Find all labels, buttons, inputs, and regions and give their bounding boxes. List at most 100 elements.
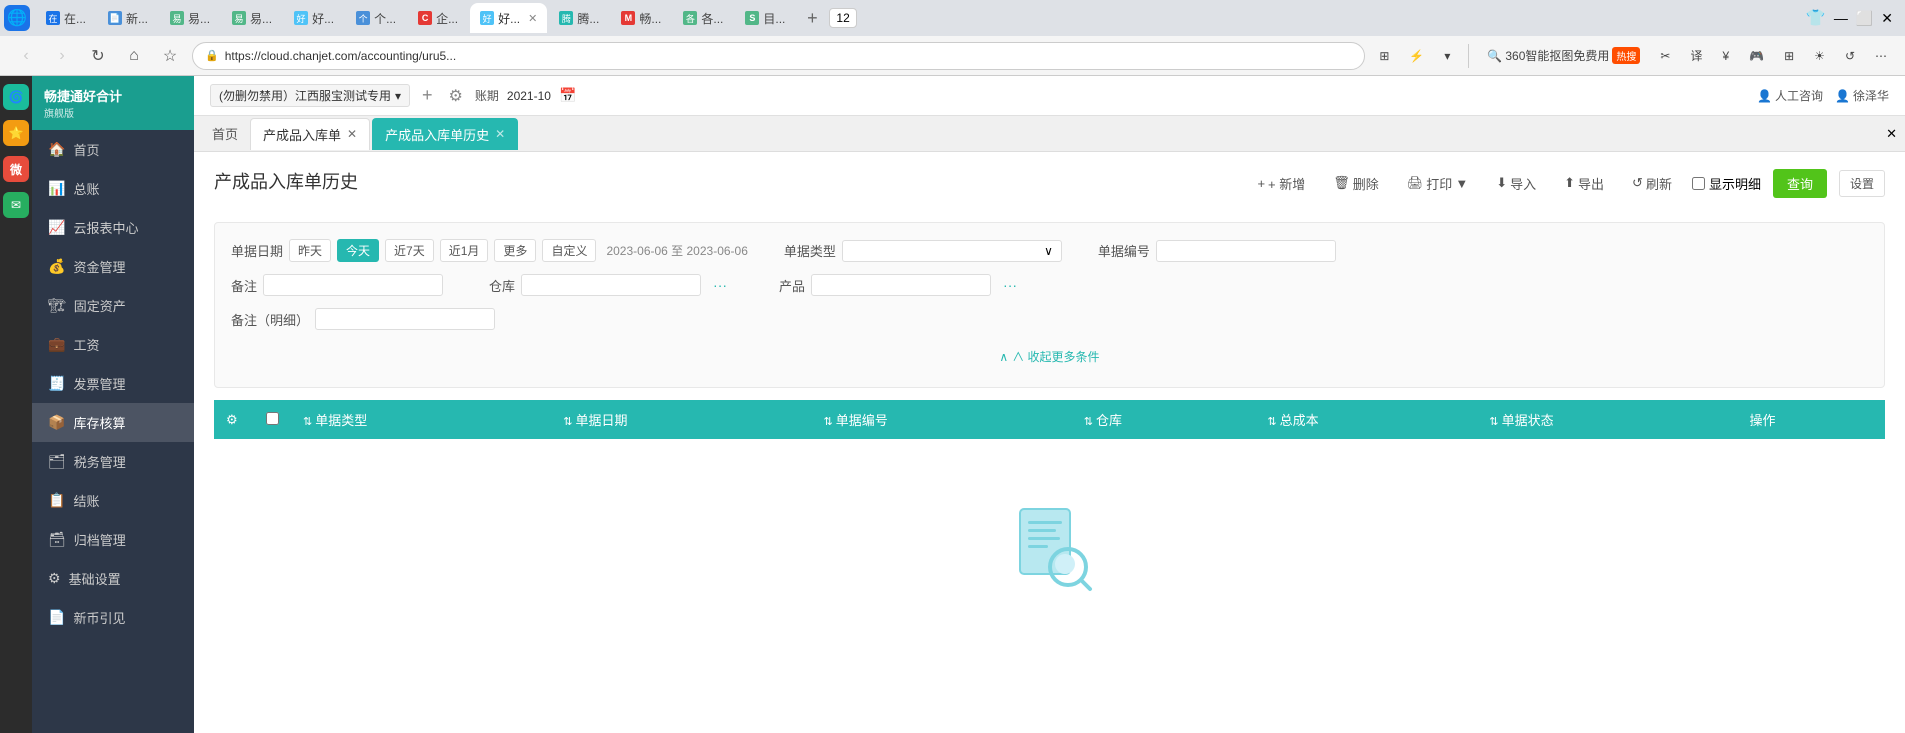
minimize-icon[interactable]: — bbox=[1834, 10, 1848, 26]
panel-close-button[interactable]: ✕ bbox=[1886, 126, 1897, 142]
search-bar[interactable]: 🔍 360智能抠图免费用 热搜 bbox=[1481, 44, 1646, 67]
undo-button[interactable]: ↺ bbox=[1839, 46, 1861, 66]
breadcrumb-tab-history[interactable]: 产成品入库单历史 ✕ bbox=[372, 118, 518, 150]
select-all-checkbox[interactable] bbox=[266, 412, 279, 425]
theme-button[interactable]: ☀ bbox=[1808, 46, 1831, 66]
warehouse-input[interactable] bbox=[521, 274, 701, 296]
notes-input[interactable] bbox=[263, 274, 443, 296]
refresh-button[interactable]: ↻ bbox=[84, 42, 112, 70]
settings-button[interactable]: 设置 bbox=[1839, 170, 1885, 197]
table-col-settings[interactable]: ⚙ bbox=[214, 400, 254, 439]
tab-mu[interactable]: S 目... bbox=[735, 3, 795, 33]
sidebar-item-basic[interactable]: ⚙ 基础设置 bbox=[32, 559, 194, 598]
sidebar-item-report[interactable]: 📈 云报表中心 bbox=[32, 208, 194, 247]
tab-hao1[interactable]: 好 好... bbox=[284, 3, 344, 33]
weibo-app-icon[interactable]: 微 bbox=[3, 156, 29, 182]
print-dropdown-icon[interactable]: ▼ bbox=[1455, 176, 1468, 191]
table-col-number[interactable]: 单据编号 bbox=[812, 400, 1072, 439]
sidebar-item-checkout[interactable]: 📋 结账 bbox=[32, 481, 194, 520]
tab-zaiyou[interactable]: 在 在... bbox=[36, 3, 96, 33]
calendar-icon[interactable]: 📅 bbox=[559, 87, 576, 104]
bookmark-button[interactable]: ☆ bbox=[156, 42, 184, 70]
breadcrumb-list-close-icon[interactable]: ✕ bbox=[347, 127, 357, 141]
sidebar-item-fixed[interactable]: 🏗 固定资产 bbox=[32, 286, 194, 325]
user-service-button[interactable]: 👤 人工咨询 bbox=[1757, 87, 1823, 104]
sidebar-item-archive[interactable]: 🗃 归档管理 bbox=[32, 520, 194, 559]
collapse-button[interactable]: ∧ ∧ 收起更多条件 bbox=[231, 342, 1868, 371]
company-settings-button[interactable]: ⚙ bbox=[445, 86, 467, 106]
notes-detail-input[interactable] bbox=[315, 308, 495, 330]
custom-date-button[interactable]: 自定义 bbox=[542, 239, 596, 262]
yuan-button[interactable]: ¥ bbox=[1716, 46, 1735, 66]
sidebar-item-home[interactable]: 🏠 首页 bbox=[32, 130, 194, 169]
sidebar-item-fund[interactable]: 💰 资金管理 bbox=[32, 247, 194, 286]
maximize-icon[interactable]: ⬜ bbox=[1856, 10, 1873, 27]
tab-count[interactable]: 12 bbox=[829, 8, 856, 28]
breadcrumb-home[interactable]: 首页 bbox=[202, 118, 248, 149]
tab-ge2[interactable]: 各 各... bbox=[673, 3, 733, 33]
chanjet-app-icon[interactable]: 🌀 bbox=[3, 84, 29, 110]
tab-teng[interactable]: 腾 腾... bbox=[549, 3, 609, 33]
number-input[interactable] bbox=[1156, 240, 1336, 262]
user-profile-button[interactable]: 👤 徐泽华 bbox=[1835, 87, 1889, 104]
game-button[interactable]: 🎮 bbox=[1743, 46, 1770, 66]
browser-icon[interactable]: 🌐 bbox=[4, 5, 30, 31]
home-button[interactable]: ⌂ bbox=[120, 42, 148, 70]
print-button[interactable]: 🖨 打印 ▼ bbox=[1399, 170, 1476, 197]
new-tab-button[interactable]: + bbox=[797, 3, 827, 33]
warehouse-dots[interactable]: ··· bbox=[707, 275, 733, 295]
apps-button[interactable]: ⊞ bbox=[1778, 46, 1800, 66]
type-dropdown[interactable]: ∨ bbox=[842, 240, 1062, 262]
today-button[interactable]: 今天 bbox=[337, 239, 379, 262]
table-col-status[interactable]: 单据状态 bbox=[1477, 400, 1737, 439]
product-input[interactable] bbox=[811, 274, 991, 296]
tab-yi1[interactable]: 易 易... bbox=[160, 3, 220, 33]
grid-button[interactable]: ⊞ bbox=[1373, 46, 1395, 66]
tab-yi2[interactable]: 易 易... bbox=[222, 3, 282, 33]
dropdown-button[interactable]: ▾ bbox=[1438, 46, 1456, 66]
tab-ge[interactable]: 个 个... bbox=[346, 3, 406, 33]
1month-button[interactable]: 近1月 bbox=[440, 239, 489, 262]
address-input[interactable]: 🔒 https://cloud.chanjet.com/accounting/u… bbox=[192, 42, 1365, 70]
scissor-button[interactable]: ✂ bbox=[1654, 46, 1676, 66]
back-button[interactable]: ‹ bbox=[12, 42, 40, 70]
table-col-date[interactable]: 单据日期 bbox=[551, 400, 811, 439]
breadcrumb-history-close-icon[interactable]: ✕ bbox=[495, 127, 505, 141]
product-dots[interactable]: ··· bbox=[997, 275, 1023, 295]
table-col-total-cost[interactable]: 总成本 bbox=[1255, 400, 1477, 439]
tab-close-icon[interactable]: ✕ bbox=[528, 12, 537, 25]
lightning-button[interactable]: ⚡ bbox=[1403, 46, 1430, 66]
tab-new[interactable]: 📄 新... bbox=[98, 3, 158, 33]
star-app-icon[interactable]: ⭐ bbox=[3, 120, 29, 146]
tab-hao-active[interactable]: 好 好... ✕ bbox=[470, 3, 547, 33]
breadcrumb-tab-list[interactable]: 产成品入库单 ✕ bbox=[250, 118, 370, 150]
sidebar-item-salary[interactable]: 💼 工资 bbox=[32, 325, 194, 364]
more-button[interactable]: ⋯ bbox=[1869, 46, 1893, 66]
sidebar-item-invoice[interactable]: 🧾 发票管理 bbox=[32, 364, 194, 403]
sidebar-item-newref[interactable]: 📄 新币引见 bbox=[32, 598, 194, 637]
new-button[interactable]: + + 新增 bbox=[1249, 170, 1313, 197]
import-button[interactable]: ⬇ 导入 bbox=[1488, 170, 1544, 197]
table-col-type[interactable]: 单据类型 bbox=[291, 400, 551, 439]
translate-button[interactable]: 译 bbox=[1684, 44, 1708, 67]
close-icon[interactable]: ✕ bbox=[1881, 10, 1893, 27]
delete-button[interactable]: 🗑 删除 bbox=[1325, 170, 1387, 197]
tab-qi[interactable]: C 企... bbox=[408, 3, 468, 33]
display-detail-checkbox[interactable] bbox=[1692, 177, 1705, 190]
company-select[interactable]: (勿删勿禁用）江西服宝测试专用 ▾ bbox=[210, 84, 410, 107]
add-company-button[interactable]: + bbox=[418, 85, 437, 106]
table-col-warehouse[interactable]: 仓库 bbox=[1072, 400, 1256, 439]
sidebar-item-general[interactable]: 📊 总账 bbox=[32, 169, 194, 208]
more-date-button[interactable]: 更多 bbox=[494, 239, 536, 262]
sidebar-item-inventory[interactable]: 📦 库存核算 bbox=[32, 403, 194, 442]
export-button[interactable]: ⬆ 导出 bbox=[1556, 170, 1612, 197]
tab-chang[interactable]: M 畅... bbox=[611, 3, 671, 33]
query-button[interactable]: 查询 bbox=[1773, 169, 1827, 198]
table-col-checkbox[interactable] bbox=[254, 400, 291, 439]
forward-button[interactable]: › bbox=[48, 42, 76, 70]
email-app-icon[interactable]: ✉ bbox=[3, 192, 29, 218]
refresh-button[interactable]: ↺ 刷新 bbox=[1624, 170, 1680, 197]
7days-button[interactable]: 近7天 bbox=[385, 239, 434, 262]
sidebar-item-tax[interactable]: 🗂 税务管理 bbox=[32, 442, 194, 481]
yesterday-button[interactable]: 昨天 bbox=[289, 239, 331, 262]
